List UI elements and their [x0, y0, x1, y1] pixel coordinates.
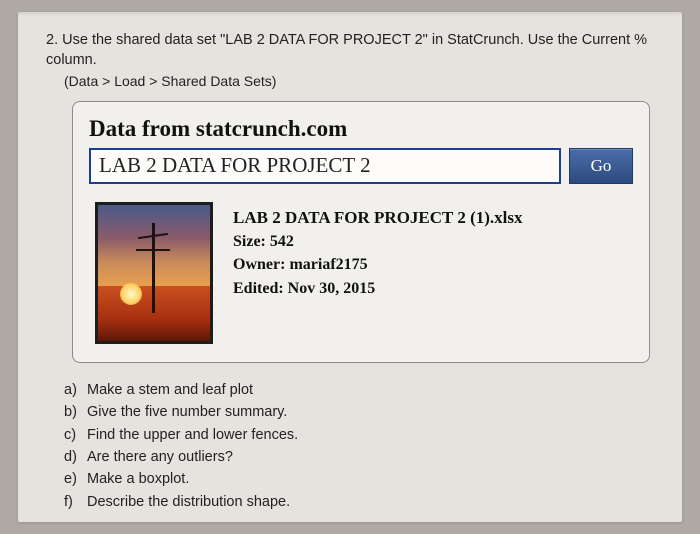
item-text: Find the upper and lower fences. — [87, 424, 298, 446]
search-input[interactable] — [89, 148, 561, 184]
item-text: Give the five number summary. — [87, 401, 287, 423]
list-item: f) Describe the distribution shape. — [64, 491, 654, 513]
list-item: a) Make a stem and leaf plot — [64, 379, 654, 401]
size-label: Size: — [233, 233, 266, 250]
sun-icon — [120, 283, 142, 305]
list-item: d) Are there any outliers? — [64, 446, 654, 468]
item-text: Are there any outliers? — [87, 446, 233, 468]
statcrunch-panel: Data from statcrunch.com Go LAB 2 DATA F… — [72, 101, 650, 363]
question-number: 2. — [46, 32, 58, 48]
result-size: Size: 542 — [233, 230, 523, 253]
result-edited: Edited: Nov 30, 2015 — [233, 277, 523, 300]
result-thumbnail[interactable] — [95, 202, 213, 344]
edited-value: Nov 30, 2015 — [288, 280, 376, 297]
crossbar2-icon — [136, 249, 170, 251]
question-prompt: 2. Use the shared data set "LAB 2 DATA F… — [46, 30, 654, 71]
size-value: 542 — [270, 233, 294, 250]
list-item: b) Give the five number summary. — [64, 401, 654, 423]
item-text: Describe the distribution shape. — [87, 491, 290, 513]
item-text: Make a boxplot. — [87, 468, 189, 490]
panel-heading: Data from statcrunch.com — [89, 116, 633, 142]
subquestion-list: a) Make a stem and leaf plot b) Give the… — [64, 379, 654, 514]
item-letter: c) — [64, 424, 82, 446]
item-letter: b) — [64, 401, 82, 423]
item-text: Make a stem and leaf plot — [87, 379, 253, 401]
result-owner: Owner: mariaf2175 — [233, 253, 523, 276]
list-item: c) Find the upper and lower fences. — [64, 424, 654, 446]
question-body: Use the shared data set "LAB 2 DATA FOR … — [46, 32, 647, 68]
document-page: 2. Use the shared data set "LAB 2 DATA F… — [18, 12, 682, 522]
search-result: LAB 2 DATA FOR PROJECT 2 (1).xlsx Size: … — [89, 202, 633, 344]
list-item: e) Make a boxplot. — [64, 468, 654, 490]
result-metadata: LAB 2 DATA FOR PROJECT 2 (1).xlsx Size: … — [233, 202, 523, 344]
owner-label: Owner: — [233, 256, 285, 273]
item-letter: f) — [64, 491, 82, 513]
go-button[interactable]: Go — [569, 148, 633, 184]
search-row: Go — [89, 148, 633, 184]
item-letter: a) — [64, 379, 82, 401]
edited-label: Edited: — [233, 280, 284, 297]
question-subpath: (Data > Load > Shared Data Sets) — [64, 73, 654, 89]
item-letter: d) — [64, 446, 82, 468]
item-letter: e) — [64, 468, 82, 490]
owner-value: mariaf2175 — [289, 256, 367, 273]
result-title: LAB 2 DATA FOR PROJECT 2 (1).xlsx — [233, 206, 523, 231]
